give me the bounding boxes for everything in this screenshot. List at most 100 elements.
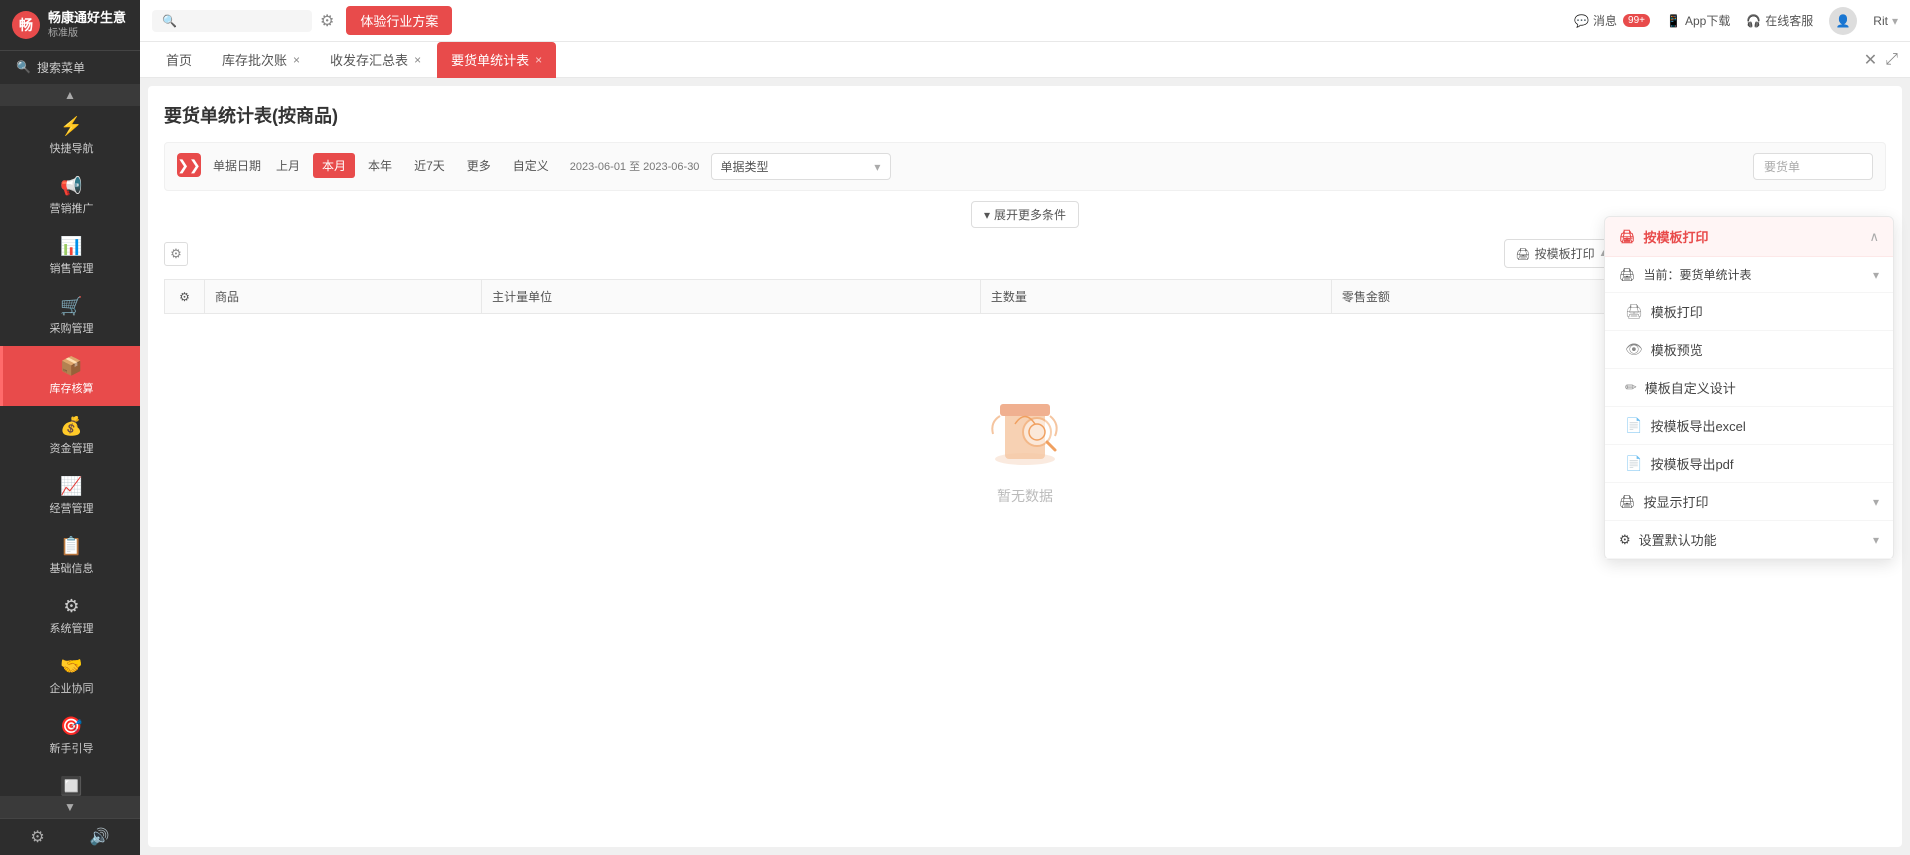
sidebar-item-system[interactable]: ⚙ 系统管理	[0, 586, 140, 646]
table-settings-icon[interactable]: ⚙	[164, 242, 188, 266]
search-input[interactable]	[181, 14, 301, 28]
topbar: 🔍 ⚙ 体验行业方案 💬 消息 99+ 📱 App下载 🎧 在线客服 👤	[140, 0, 1910, 42]
print-button[interactable]: 🖨 按模板打印 ▲	[1504, 239, 1619, 268]
sidebar-search[interactable]: 🔍 搜索菜单	[0, 51, 140, 84]
type-filter-label: 单据类型	[720, 158, 768, 175]
messages-button[interactable]: 💬 消息 99+	[1574, 12, 1650, 29]
dropdown-item-export-pdf[interactable]: 📄 按模板导出pdf	[1605, 445, 1893, 483]
sidebar-item-label: 营销推广	[50, 200, 94, 216]
sidebar-item-marketing[interactable]: 📢 营销推广	[0, 166, 140, 226]
quick-nav-icon: ⚡	[60, 116, 82, 137]
sidebar-item-basic[interactable]: 📋 基础信息	[0, 526, 140, 586]
export-excel-icon: 📄	[1625, 417, 1642, 434]
expand-more-button[interactable]: ▾ 展开更多条件	[971, 201, 1079, 228]
sidebar-item-operations[interactable]: 📈 经营管理	[0, 466, 140, 526]
sound-icon[interactable]: 🔊	[90, 827, 110, 847]
tab-close-all-icon[interactable]: ✕	[1864, 50, 1877, 70]
dropdown-display-print-left: 🖨 按显示打印	[1619, 492, 1709, 511]
apps-icon: 🔲	[60, 776, 82, 796]
tab-inventory-batch-label: 库存批次账	[222, 50, 287, 69]
settings-bottom-icon[interactable]: ⚙	[30, 827, 44, 847]
sidebar-item-apps[interactable]: 🔲 应用中心	[0, 766, 140, 796]
dropdown-current-arrow: ▾	[1873, 268, 1879, 282]
action-bar-left: ⚙	[164, 242, 188, 266]
topbar-search[interactable]: 🔍	[152, 10, 312, 32]
display-print-label: 按显示打印	[1644, 492, 1709, 511]
tab-expand-icon[interactable]: ⤢	[1885, 51, 1898, 69]
sidebar-scroll-up[interactable]: ▲	[0, 84, 140, 106]
dropdown-item-template-print[interactable]: 🖨 模板打印	[1605, 293, 1893, 331]
headset-icon: 🎧	[1746, 14, 1761, 28]
date-btn-custom[interactable]: 自定义	[504, 153, 558, 178]
filter-bar: ❯❯ 单据日期 上月 本月 本年 近7天 更多 自定义 2023-06-01 至…	[164, 142, 1886, 191]
export-excel-label: 按模板导出excel	[1650, 416, 1745, 435]
dropdown-collapse-icon[interactable]: ∧	[1869, 229, 1879, 245]
app-download-button[interactable]: 📱 App下载	[1666, 12, 1730, 29]
tab-home[interactable]: 首页	[152, 42, 206, 78]
tab-collect-summary-label: 收发存汇总表	[330, 50, 408, 69]
tab-order-stats-close[interactable]: ×	[535, 53, 542, 67]
sidebar-item-label: 企业协同	[50, 680, 94, 696]
sidebar-nav: ⚡ 快捷导航 📢 营销推广 📊 销售管理 🛒 采购管理 📦 库存核算 💰 资金管…	[0, 106, 140, 796]
tab-order-stats[interactable]: 要货单统计表 ×	[437, 42, 556, 78]
topbar-search-icon: 🔍	[162, 14, 177, 28]
online-support-button[interactable]: 🎧 在线客服	[1746, 12, 1813, 29]
main-content: 🔍 ⚙ 体验行业方案 💬 消息 99+ 📱 App下载 🎧 在线客服 👤	[140, 0, 1910, 855]
dropdown-item-left: 👁 模板预览	[1625, 340, 1703, 359]
tab-inventory-batch[interactable]: 库存批次账 ×	[208, 42, 314, 78]
sidebar-item-inventory[interactable]: 📦 库存核算	[0, 346, 140, 406]
user-avatar[interactable]: 👤	[1829, 7, 1857, 35]
table-col-unit: 主计量单位	[482, 280, 981, 314]
dropdown-default-func[interactable]: ⚙ 设置默认功能 ▾	[1605, 521, 1893, 559]
page-title: 要货单统计表(按商品)	[164, 102, 1886, 128]
empty-text: 暂无数据	[997, 486, 1053, 506]
tab-collect-summary-close[interactable]: ×	[414, 53, 421, 67]
username-display[interactable]: Rit ▾	[1873, 14, 1898, 28]
sidebar-item-finance[interactable]: 💰 资金管理	[0, 406, 140, 466]
user-arrow-icon: ▾	[1892, 14, 1898, 28]
page-content: 要货单统计表(按商品) ❯❯ 单据日期 上月 本月 本年 近7天 更多 自定义	[140, 78, 1910, 855]
table-col-checkbox: ⚙	[165, 280, 205, 314]
dropdown-item-template-preview[interactable]: 👁 模板预览	[1605, 331, 1893, 369]
finance-icon: 💰	[60, 416, 82, 437]
order-filter-input[interactable]: 要货单	[1753, 153, 1873, 180]
sidebar-item-label: 经营管理	[50, 500, 94, 516]
dropdown-current-left: 🖨 当前：要货单统计表	[1619, 266, 1752, 283]
sidebar-item-guide[interactable]: 🎯 新手引导	[0, 706, 140, 766]
topbar-settings-icon[interactable]: ⚙	[320, 11, 334, 31]
sidebar-item-label: 基础信息	[50, 560, 94, 576]
dropdown-panel: 🖨 按模板打印 ∧ 🖨 当前：要货单统计表 ▾	[1604, 216, 1894, 560]
template-preview-label: 模板预览	[1651, 340, 1703, 359]
tab-inventory-batch-close[interactable]: ×	[293, 53, 300, 67]
basic-icon: 📋	[60, 536, 82, 557]
sidebar-search-label: 搜索菜单	[37, 59, 85, 76]
date-btn-last-month[interactable]: 上月	[267, 153, 309, 178]
date-btn-this-year[interactable]: 本年	[359, 153, 401, 178]
dropdown-current-item[interactable]: 🖨 当前：要货单统计表 ▾	[1605, 257, 1893, 293]
sidebar-scroll-down[interactable]: ▼	[0, 796, 140, 818]
sidebar-item-collab[interactable]: 🤝 企业协同	[0, 646, 140, 706]
tab-collect-summary[interactable]: 收发存汇总表 ×	[316, 42, 435, 78]
date-btn-this-month[interactable]: 本月	[313, 153, 355, 178]
dropdown-title: 按模板打印	[1644, 227, 1709, 246]
template-print-label: 模板打印	[1651, 302, 1703, 321]
filter-right: 要货单	[1753, 153, 1873, 180]
phone-icon: 📱	[1666, 14, 1681, 28]
sidebar-item-label: 销售管理	[50, 260, 94, 276]
sidebar-item-quick-nav[interactable]: ⚡ 快捷导航	[0, 106, 140, 166]
type-filter-select[interactable]: 单据类型 ▾	[711, 153, 891, 180]
sidebar-item-sales[interactable]: 📊 销售管理	[0, 226, 140, 286]
dropdown-display-print[interactable]: 🖨 按显示打印 ▾	[1605, 483, 1893, 521]
template-print-icon: 🖨	[1625, 303, 1643, 320]
trial-button[interactable]: 体验行业方案	[346, 6, 452, 35]
filter-toggle-icon[interactable]: ❯❯	[177, 153, 201, 177]
sidebar-item-purchase[interactable]: 🛒 采购管理	[0, 286, 140, 346]
page-inner: 要货单统计表(按商品) ❯❯ 单据日期 上月 本月 本年 近7天 更多 自定义	[148, 86, 1902, 847]
topbar-right: 💬 消息 99+ 📱 App下载 🎧 在线客服 👤 Rit ▾	[1574, 7, 1898, 35]
template-preview-icon: 👁	[1625, 341, 1643, 358]
date-btn-more[interactable]: 更多	[458, 153, 500, 178]
dropdown-item-template-design[interactable]: ✏ 模板自定义设计	[1605, 369, 1893, 407]
dropdown-item-export-excel[interactable]: 📄 按模板导出excel	[1605, 407, 1893, 445]
dropdown-header: 🖨 按模板打印 ∧	[1605, 217, 1893, 257]
date-btn-7days[interactable]: 近7天	[405, 153, 454, 178]
